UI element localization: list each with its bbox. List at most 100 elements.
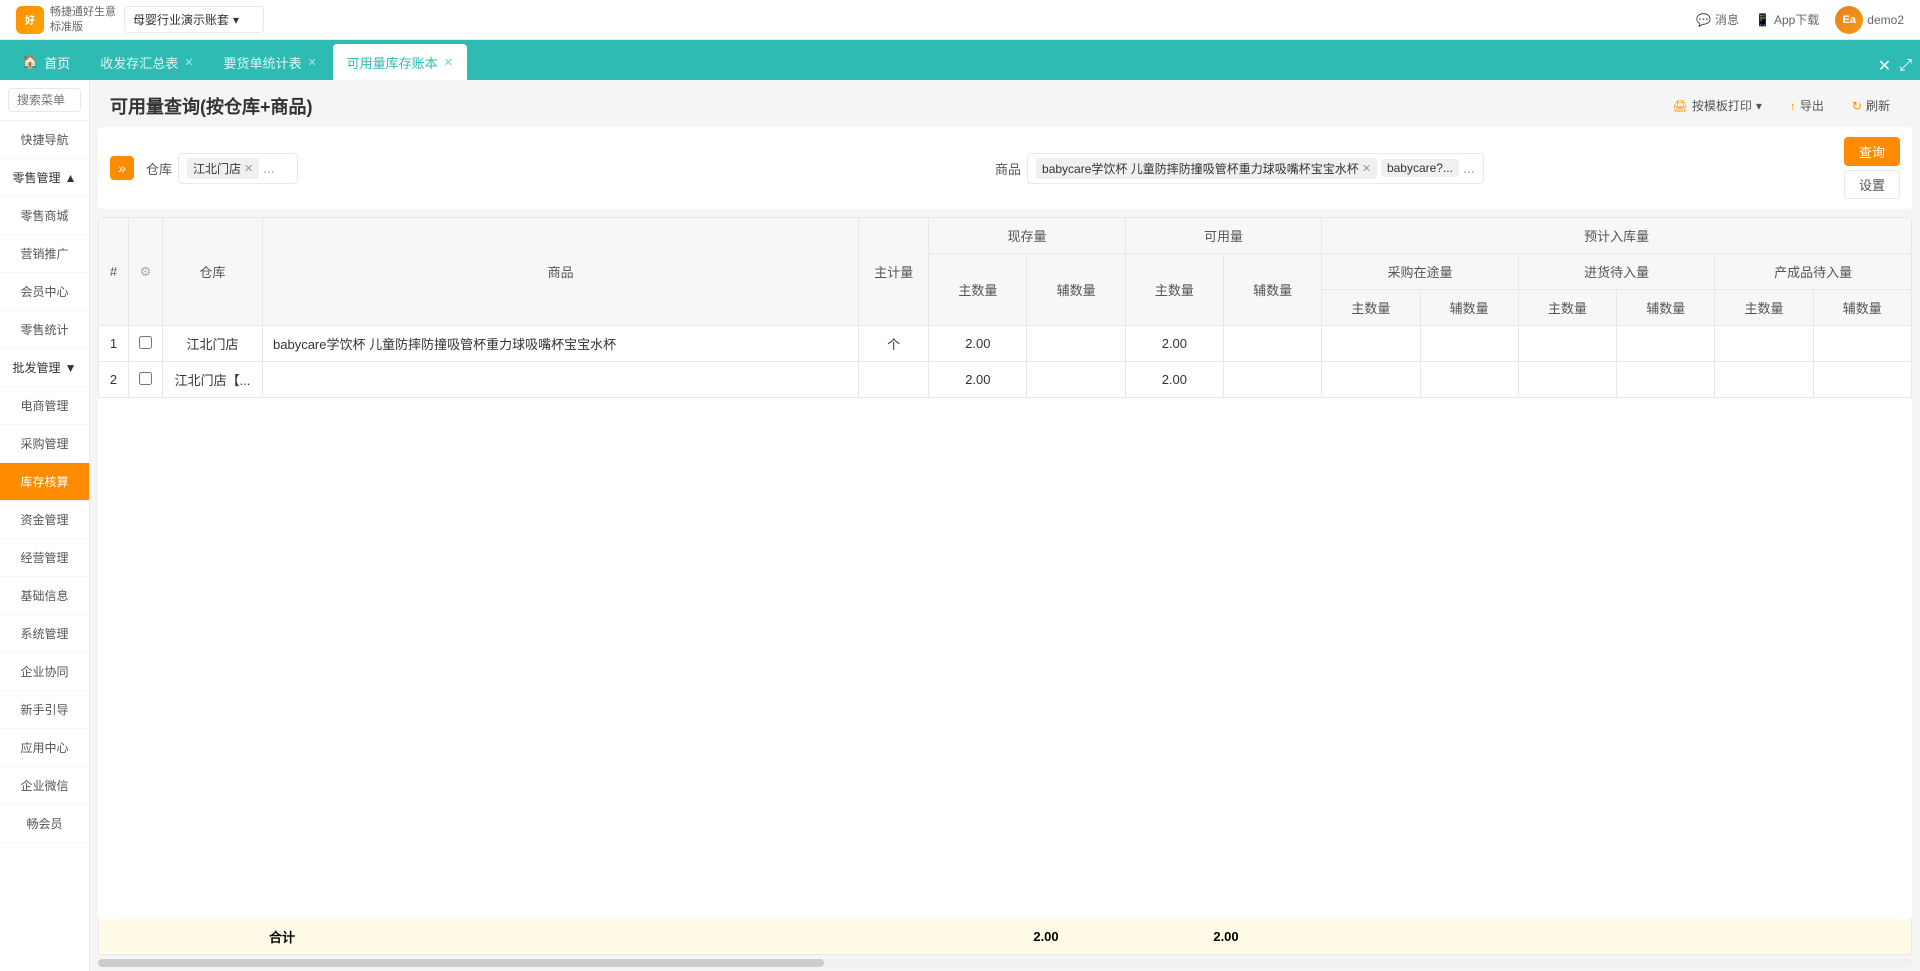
- sidebar-item-marketing[interactable]: 营销推广: [0, 235, 89, 273]
- th-available-group: 可用量: [1125, 218, 1322, 254]
- cell-purchase-main: [1322, 362, 1420, 398]
- cell-unit: 个: [859, 326, 929, 362]
- sidebar-item-retail-mall[interactable]: 零售商城: [0, 197, 89, 235]
- warehouse-label: 仓库: [146, 159, 172, 178]
- sidebar-item-app-center[interactable]: 应用中心: [0, 729, 89, 767]
- settings-button[interactable]: 设置: [1844, 170, 1900, 199]
- product-tag-2: babycare?...: [1381, 159, 1459, 177]
- sidebar-item-member-center[interactable]: 会员中心: [0, 273, 89, 311]
- logo-area: 好 畅捷通好生意 标准版: [16, 5, 116, 34]
- cell-available-aux: [1224, 326, 1322, 362]
- th-warehouse: 仓库: [163, 218, 263, 326]
- sidebar-item-new-guide[interactable]: 新手引导: [0, 691, 89, 729]
- sidebar-item-enterprise-wechat[interactable]: 企业微信: [0, 767, 89, 805]
- close-tab-order-stats[interactable]: ✕: [307, 56, 316, 69]
- product-more-icon[interactable]: ...: [1463, 160, 1475, 176]
- nav-tabs: 🏠 首页 收发存汇总表 ✕ 要货单统计表 ✕ 可用量库存账本 ✕ ✕ ⤢: [0, 40, 1920, 80]
- product-tag-1-close[interactable]: ✕: [1362, 162, 1371, 175]
- export-button[interactable]: ↑ 导出: [1780, 92, 1834, 119]
- tab-available-inventory[interactable]: 可用量库存账本 ✕: [333, 44, 467, 80]
- avatar: Ea: [1835, 6, 1863, 34]
- query-button[interactable]: 查询: [1844, 137, 1900, 166]
- search-input[interactable]: [8, 88, 81, 112]
- th-available-aux: 辅数量: [1224, 254, 1322, 326]
- tab-home[interactable]: 🏠 首页: [8, 44, 84, 80]
- th-unit: 主计量: [859, 218, 929, 326]
- maximize-icon[interactable]: ⤢: [1899, 57, 1912, 75]
- sidebar-item-finance[interactable]: 资金管理: [0, 501, 89, 539]
- tab-receivable[interactable]: 收发存汇总表 ✕: [86, 44, 207, 80]
- table-row: 1 江北门店babycare学饮杯 儿童防摔防撞吸管杯重力球吸嘴杯宝宝水杯个 2.0…: [99, 326, 1912, 362]
- cell-index: 1: [99, 326, 129, 362]
- cell-purchase-main: [1322, 326, 1420, 362]
- cell-warehouse: 江北门店【...: [163, 362, 263, 398]
- cell-purchase-aux: [1420, 326, 1518, 362]
- message-button[interactable]: 💬 消息: [1696, 11, 1739, 28]
- sidebar-item-operations[interactable]: 经营管理: [0, 539, 89, 577]
- sidebar-item-system[interactable]: 系统管理: [0, 615, 89, 653]
- close-tab-available-inventory[interactable]: ✕: [444, 56, 453, 69]
- chevron-down-icon: ▾: [1756, 99, 1762, 113]
- th-purchase-group: 采购在途量: [1322, 254, 1519, 290]
- content-area: 可用量查询(按仓库+商品) 🖨 按模板打印 ▾ ↑ 导出 ↻ 刷新 »: [90, 80, 1920, 971]
- warehouse-filter-input[interactable]: 江北门店 ✕ ...: [178, 153, 298, 184]
- footer-stock-main: 2.00: [1001, 929, 1091, 944]
- warehouse-tag-close[interactable]: ✕: [244, 162, 253, 175]
- th-stock-group: 现存量: [929, 218, 1126, 254]
- filter-actions: 查询 设置: [1844, 137, 1900, 199]
- sidebar-item-inventory[interactable]: 库存核算: [0, 463, 89, 501]
- close-all-tabs-icon[interactable]: ✕: [1878, 56, 1891, 76]
- print-template-button[interactable]: 🖨 按模板打印 ▾: [1663, 92, 1772, 119]
- footer-available-main: 2.00: [1181, 929, 1271, 944]
- sidebar-search-area: [0, 80, 89, 121]
- chevron-down-icon: ▾: [233, 13, 239, 27]
- th-stock-aux: 辅数量: [1027, 254, 1125, 326]
- sidebar-item-ecommerce[interactable]: 电商管理: [0, 387, 89, 425]
- cell-checkbox[interactable]: [129, 326, 163, 362]
- sidebar-item-member[interactable]: 畅会员: [0, 805, 89, 843]
- filter-expand-button[interactable]: »: [110, 156, 134, 180]
- close-tab-receivable[interactable]: ✕: [184, 56, 193, 69]
- sidebar-item-quick-nav[interactable]: 快捷导航: [0, 121, 89, 159]
- gear-icon[interactable]: ⚙: [140, 264, 152, 279]
- th-incoming-order-aux: 辅数量: [1617, 290, 1715, 326]
- th-product-pending-aux: 辅数量: [1813, 290, 1911, 326]
- cell-product: babycare学饮杯 儿童防摔防撞吸管杯重力球吸嘴杯宝宝水杯: [263, 326, 859, 362]
- cell-product: [263, 362, 859, 398]
- industry-selector[interactable]: 母婴行业演示账套 ▾: [124, 6, 264, 33]
- sidebar-item-retail-mgmt[interactable]: 零售管理 ▲: [0, 159, 89, 197]
- cell-checkbox[interactable]: [129, 362, 163, 398]
- refresh-button[interactable]: ↻ 刷新: [1842, 92, 1900, 119]
- sidebar-item-purchase-mgmt[interactable]: 采购管理: [0, 425, 89, 463]
- refresh-icon: ↻: [1852, 99, 1862, 113]
- user-profile[interactable]: Ea demo2: [1835, 6, 1904, 34]
- cell-product-pending-main: [1715, 326, 1813, 362]
- cell-incoming-main: [1518, 326, 1616, 362]
- cell-stock-aux: [1027, 362, 1125, 398]
- print-icon: 🖨: [1673, 99, 1688, 113]
- sidebar-item-basic-info[interactable]: 基础信息: [0, 577, 89, 615]
- page-title: 可用量查询(按仓库+商品): [110, 93, 313, 119]
- product-tag-1: babycare学饮杯 儿童防摔防撞吸管杯重力球吸嘴杯宝宝水杯 ✕: [1036, 158, 1377, 179]
- chevron-down-icon: ▼: [65, 361, 77, 375]
- sidebar-item-enterprise[interactable]: 企业协同: [0, 653, 89, 691]
- th-stock-main: 主数量: [929, 254, 1027, 326]
- message-icon: 💬: [1696, 13, 1711, 27]
- scrollbar-thumb[interactable]: [98, 959, 824, 967]
- chevron-up-icon: ▲: [65, 171, 77, 185]
- mobile-icon: 📱: [1755, 13, 1770, 27]
- horizontal-scrollbar[interactable]: [98, 959, 1912, 967]
- sidebar-item-wholesale-mgmt[interactable]: 批发管理 ▼: [0, 349, 89, 387]
- cell-product-pending-aux: [1813, 362, 1911, 398]
- th-incoming-order-main: 主数量: [1518, 290, 1616, 326]
- cell-available-main: 2.00: [1125, 326, 1223, 362]
- cell-index: 2: [99, 362, 129, 398]
- th-product: 商品: [263, 218, 859, 326]
- sidebar-item-retail-stats[interactable]: 零售统计: [0, 311, 89, 349]
- tab-order-stats[interactable]: 要货单统计表 ✕: [209, 44, 330, 80]
- product-filter-input[interactable]: babycare学饮杯 儿童防摔防撞吸管杯重力球吸嘴杯宝宝水杯 ✕ babyca…: [1027, 153, 1484, 184]
- warehouse-more-icon[interactable]: ...: [263, 160, 275, 176]
- app-download-button[interactable]: 📱 App下载: [1755, 11, 1819, 28]
- th-gear[interactable]: ⚙: [129, 218, 163, 326]
- cell-warehouse: 江北门店: [163, 326, 263, 362]
